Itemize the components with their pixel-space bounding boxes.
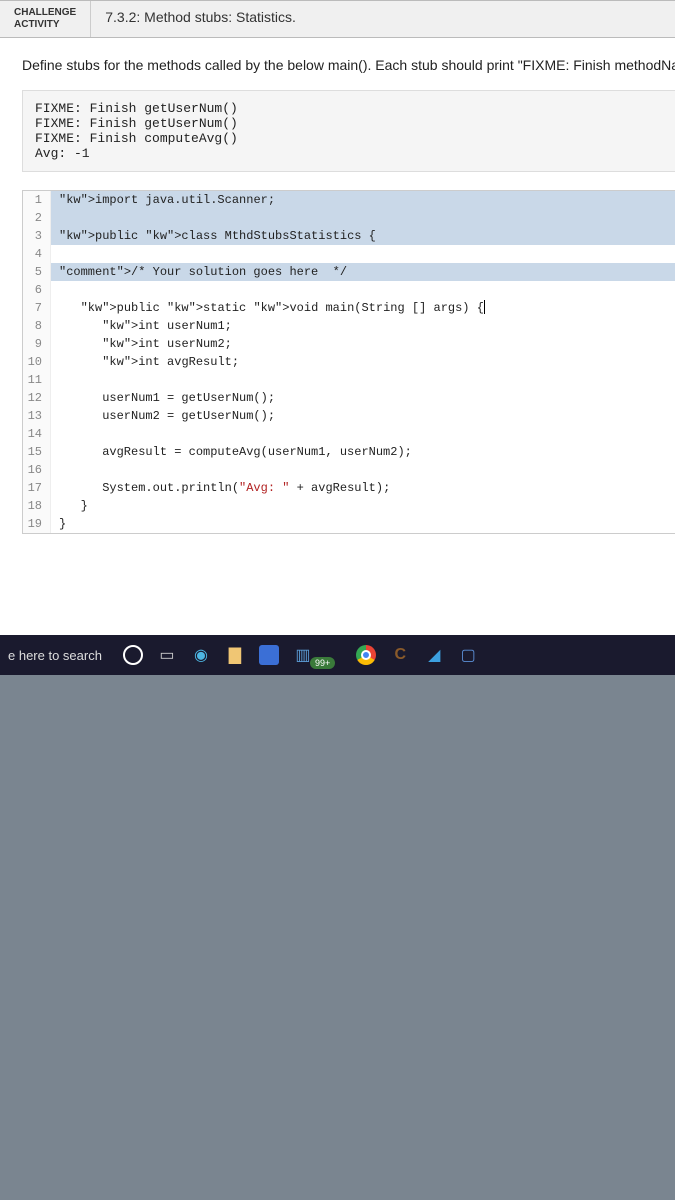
out-line: Avg: -1 bbox=[35, 146, 90, 161]
line-number: 2 bbox=[23, 209, 51, 227]
line-code[interactable]: System.out.println("Avg: " + avgResult); bbox=[51, 479, 390, 497]
code-line[interactable]: 16 bbox=[23, 461, 675, 479]
code-line[interactable]: 4 bbox=[23, 245, 675, 263]
line-code[interactable] bbox=[51, 425, 59, 443]
line-number: 18 bbox=[23, 497, 51, 515]
code-line[interactable]: 18 } bbox=[23, 497, 675, 515]
line-number: 19 bbox=[23, 515, 51, 533]
line-code[interactable]: "comment">/* Your solution goes here */ bbox=[51, 263, 347, 281]
line-number: 3 bbox=[23, 227, 51, 245]
code-line[interactable]: 2 bbox=[23, 209, 675, 227]
challenge-label: CHALLENGE ACTIVITY bbox=[0, 1, 91, 37]
example-output: FIXME: Finish getUserNum() FIXME: Finish… bbox=[22, 90, 675, 172]
code-editor[interactable]: 1"kw">import java.util.Scanner;23"kw">pu… bbox=[22, 190, 675, 534]
chrome-icon[interactable] bbox=[351, 640, 381, 670]
problem-description: Define stubs for the methods called by t… bbox=[22, 56, 675, 76]
code-line[interactable]: 11 bbox=[23, 371, 675, 389]
line-number: 17 bbox=[23, 479, 51, 497]
code-line[interactable]: 19} bbox=[23, 515, 675, 533]
line-code[interactable]: "kw">int avgResult; bbox=[51, 353, 239, 371]
challenge-label-line2: ACTIVITY bbox=[14, 19, 76, 31]
vscode-icon[interactable]: ◢ bbox=[419, 640, 449, 670]
code-line[interactable]: 13 userNum2 = getUserNum(); bbox=[23, 407, 675, 425]
code-line[interactable]: 10 "kw">int avgResult; bbox=[23, 353, 675, 371]
code-line[interactable]: 6 bbox=[23, 281, 675, 299]
search-text[interactable]: e here to search bbox=[8, 648, 102, 663]
line-number: 1 bbox=[23, 191, 51, 209]
line-number: 14 bbox=[23, 425, 51, 443]
app-icon-c[interactable]: C bbox=[385, 640, 415, 670]
content-area: Define stubs for the methods called by t… bbox=[0, 38, 675, 552]
challenge-header: CHALLENGE ACTIVITY 7.3.2: Method stubs: … bbox=[0, 0, 675, 38]
code-line[interactable]: 17 System.out.println("Avg: " + avgResul… bbox=[23, 479, 675, 497]
line-code[interactable]: "kw">public "kw">static "kw">void main(S… bbox=[51, 299, 485, 317]
challenge-title: 7.3.2: Method stubs: Statistics. bbox=[91, 1, 675, 37]
line-code[interactable] bbox=[51, 209, 59, 227]
code-line[interactable]: 8 "kw">int userNum1; bbox=[23, 317, 675, 335]
app-window: CHALLENGE ACTIVITY 7.3.2: Method stubs: … bbox=[0, 0, 675, 635]
line-number: 9 bbox=[23, 335, 51, 353]
task-view-icon[interactable]: ▭ bbox=[152, 640, 182, 670]
line-number: 11 bbox=[23, 371, 51, 389]
edge-icon[interactable]: ◉ bbox=[186, 640, 216, 670]
line-code[interactable]: userNum1 = getUserNum(); bbox=[51, 389, 275, 407]
line-number: 15 bbox=[23, 443, 51, 461]
out-line: FIXME: Finish computeAvg() bbox=[35, 131, 238, 146]
mail-badge: 99+ bbox=[310, 657, 335, 669]
line-code[interactable]: "kw">int userNum2; bbox=[51, 335, 232, 353]
code-line[interactable]: 7 "kw">public "kw">static "kw">void main… bbox=[23, 299, 675, 317]
line-code[interactable]: "kw">import java.util.Scanner; bbox=[51, 191, 275, 209]
line-code[interactable]: } bbox=[51, 497, 88, 515]
code-line[interactable]: 12 userNum1 = getUserNum(); bbox=[23, 389, 675, 407]
line-number: 5 bbox=[23, 263, 51, 281]
code-line[interactable]: 15 avgResult = computeAvg(userNum1, user… bbox=[23, 443, 675, 461]
line-code[interactable] bbox=[51, 281, 59, 299]
line-number: 13 bbox=[23, 407, 51, 425]
code-line[interactable]: 9 "kw">int userNum2; bbox=[23, 335, 675, 353]
code-line[interactable]: 5"comment">/* Your solution goes here */ bbox=[23, 263, 675, 281]
line-code[interactable]: userNum2 = getUserNum(); bbox=[51, 407, 275, 425]
line-number: 4 bbox=[23, 245, 51, 263]
code-line[interactable]: 14 bbox=[23, 425, 675, 443]
cortana-icon[interactable] bbox=[118, 640, 148, 670]
line-code[interactable]: } bbox=[51, 515, 66, 533]
taskbar: e here to search ▭ ◉ ▇ ▥ 99+ C ◢ ▢ ^ ☁ ▮… bbox=[0, 635, 675, 675]
line-number: 8 bbox=[23, 317, 51, 335]
file-explorer-icon[interactable]: ▇ bbox=[220, 640, 250, 670]
line-number: 12 bbox=[23, 389, 51, 407]
line-number: 7 bbox=[23, 299, 51, 317]
line-number: 10 bbox=[23, 353, 51, 371]
out-line: FIXME: Finish getUserNum() bbox=[35, 101, 238, 116]
line-code[interactable] bbox=[51, 245, 59, 263]
out-line: FIXME: Finish getUserNum() bbox=[35, 116, 238, 131]
line-code[interactable] bbox=[51, 461, 59, 479]
line-code[interactable]: "kw">int userNum1; bbox=[51, 317, 232, 335]
chat-icon[interactable]: ▢ bbox=[453, 640, 483, 670]
code-line[interactable]: 3"kw">public "kw">class MthdStubsStatist… bbox=[23, 227, 675, 245]
line-code[interactable]: avgResult = computeAvg(userNum1, userNum… bbox=[51, 443, 412, 461]
line-number: 16 bbox=[23, 461, 51, 479]
challenge-label-line1: CHALLENGE bbox=[14, 7, 76, 19]
line-code[interactable]: "kw">public "kw">class MthdStubsStatisti… bbox=[51, 227, 376, 245]
line-code[interactable] bbox=[51, 371, 59, 389]
code-area: 1"kw">import java.util.Scanner;23"kw">pu… bbox=[22, 190, 675, 534]
line-number: 6 bbox=[23, 281, 51, 299]
store-icon[interactable] bbox=[254, 640, 284, 670]
code-line[interactable]: 1"kw">import java.util.Scanner; bbox=[23, 191, 675, 209]
